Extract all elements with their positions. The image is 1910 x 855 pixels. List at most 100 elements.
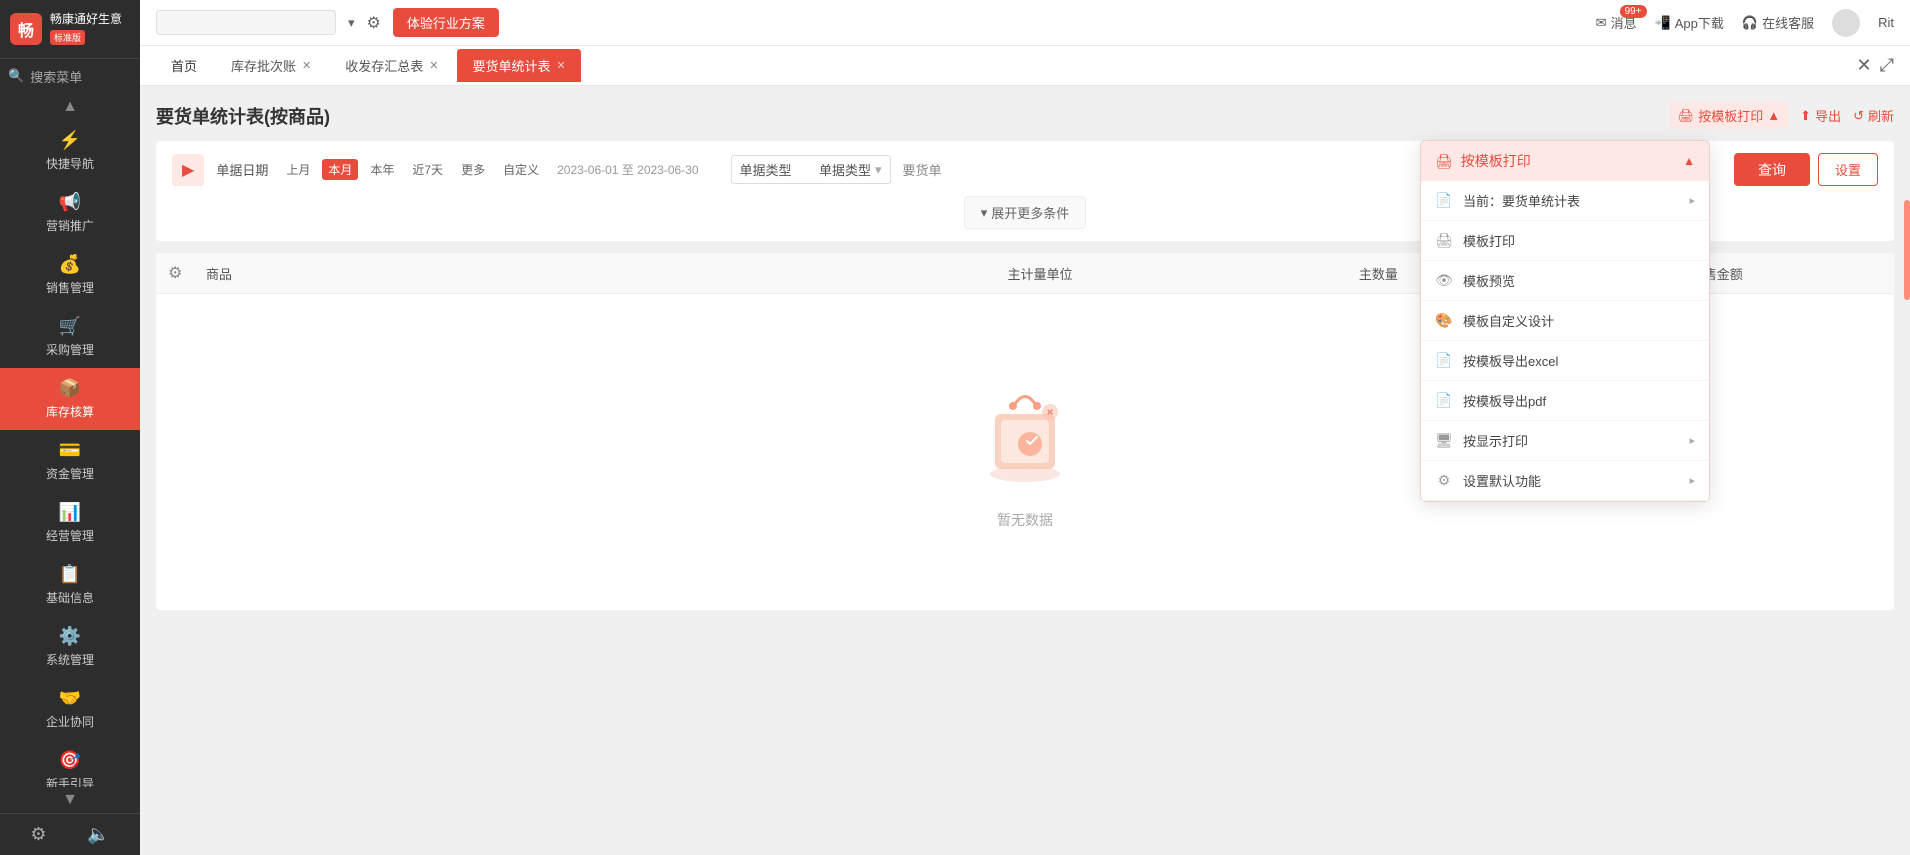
header-actions: ✉ 消息 99+ 📲 App下载 🎧 在线客服 Rit xyxy=(1596,9,1894,37)
date-btn-this-month[interactable]: 本月 xyxy=(322,159,358,180)
refresh-btn[interactable]: ↺ 刷新 xyxy=(1853,106,1894,125)
sidebar-search[interactable]: 🔍 搜索菜单 xyxy=(0,59,140,94)
header-search-input[interactable] xyxy=(156,10,336,35)
sidebar-item-label: 快捷导航 xyxy=(46,155,94,172)
operation-icon: 📊 xyxy=(59,502,81,523)
dropdown-item-template-preview[interactable]: 👁 模板预览 xyxy=(1421,261,1709,301)
template-preview-icon: 👁 xyxy=(1435,272,1453,289)
date-btn-this-year[interactable]: 本年 xyxy=(364,159,400,180)
tab-close-all-icon[interactable]: ✕ xyxy=(1857,55,1872,76)
col-settings[interactable]: ⚙ xyxy=(168,263,198,283)
app-download-btn[interactable]: 📲 App下载 xyxy=(1655,13,1724,32)
sidebar-item-collab[interactable]: 🤝 企业协同 xyxy=(0,678,140,740)
date-btn-more[interactable]: 更多 xyxy=(455,159,491,180)
dropdown-close-chevron[interactable]: ▲ xyxy=(1683,154,1695,168)
date-btn-7days[interactable]: 近7天 xyxy=(406,159,449,180)
tab-order-summary-close[interactable]: ✕ xyxy=(557,59,566,72)
messages-btn[interactable]: ✉ 消息 99+ xyxy=(1596,13,1637,32)
dropdown-item-template-print[interactable]: 🖨 模板打印 xyxy=(1421,221,1709,261)
export-btn[interactable]: ⬆ 导出 xyxy=(1800,106,1841,125)
speaker-icon[interactable]: 🔈 xyxy=(87,824,109,845)
collab-icon: 🤝 xyxy=(59,688,81,709)
content-area: 要货单统计表(按商品) 🖨 按模板打印 ▲ ⬆ 导出 ↺ 刷新 xyxy=(140,86,1910,855)
date-filter-label: 单据日期 xyxy=(216,160,268,179)
messages-badge: 99+ xyxy=(1620,5,1647,18)
type-filter-label: 单据类型 xyxy=(740,160,792,179)
tab-inventory-batch-label: 库存批次账 xyxy=(231,56,296,75)
refresh-icon: ↺ xyxy=(1853,108,1864,124)
trial-btn[interactable]: 体验行业方案 xyxy=(393,8,499,37)
header-dropdown-btn[interactable]: ▾ xyxy=(348,15,355,31)
app-badge: 标准版 xyxy=(50,30,85,45)
tab-order-summary[interactable]: 要货单统计表 ✕ xyxy=(457,49,580,82)
system-icon: ⚙️ xyxy=(59,626,81,647)
print-template-label: 按模板打印 xyxy=(1698,106,1763,125)
dropdown-item-template-custom[interactable]: 🎨 模板自定义设计 xyxy=(1421,301,1709,341)
expand-btn[interactable]: ▾ 展开更多条件 xyxy=(964,196,1087,229)
purchase-icon: 🛒 xyxy=(59,316,81,337)
filter-toggle-btn[interactable]: ▶ xyxy=(172,154,204,186)
refresh-label: 刷新 xyxy=(1868,106,1894,125)
sidebar-item-finance[interactable]: 💳 资金管理 xyxy=(0,430,140,492)
chevron-up-icon: ▲ xyxy=(1767,108,1780,123)
app-logo-icon: 畅 xyxy=(10,13,42,45)
sidebar-item-label: 基础信息 xyxy=(46,589,94,606)
query-btn[interactable]: 查询 xyxy=(1734,153,1810,186)
printer-icon: 🖨 xyxy=(1678,108,1695,124)
sidebar-item-label: 销售管理 xyxy=(46,279,94,296)
tab-expand-icon[interactable]: ⤢ xyxy=(1880,55,1894,76)
date-range-text: 2023-06-01 至 2023-06-30 xyxy=(557,161,698,178)
type-select-value: 单据类型 xyxy=(819,160,871,179)
dropdown-item-template-pdf[interactable]: 📄 按模板导出pdf xyxy=(1421,381,1709,421)
header-gear-icon[interactable]: ⚙ xyxy=(367,13,381,33)
template-print-icon: 🖨 xyxy=(1435,232,1453,249)
sidebar-item-guide[interactable]: 🎯 新手引导 xyxy=(0,740,140,787)
chevron-right-icon: ▶ xyxy=(182,160,194,180)
dropdown-display-print[interactable]: 🖥 按显示打印 ▸ xyxy=(1421,421,1709,461)
app-download-label: App下载 xyxy=(1675,13,1724,32)
sidebar-scroll-down[interactable]: ▼ xyxy=(0,787,140,813)
dropdown-item-template-excel[interactable]: 📄 按模板导出excel xyxy=(1421,341,1709,381)
search-icon: 🔍 xyxy=(8,68,24,84)
sidebar-bottom: ⚙ 🔈 xyxy=(0,813,140,855)
col-unit-header: 主计量单位 xyxy=(875,264,1205,283)
sidebar-item-system[interactable]: ⚙️ 系统管理 xyxy=(0,616,140,678)
print-dropdown: 🖨 按模板打印 ▲ 📄 当前：要货单统计表 ▸ 🖨 模板打印 👁 模板预览 xyxy=(1420,140,1710,502)
sidebar-item-label: 资金管理 xyxy=(46,465,94,482)
order-type-tag: 要货单 xyxy=(903,160,942,179)
display-print-icon: 🖥 xyxy=(1435,432,1453,449)
order-type-select[interactable]: 单据类型 单据类型 ▾ xyxy=(731,155,891,184)
empty-text: 暂无数据 xyxy=(997,510,1053,530)
tab-receipt-summary-close[interactable]: ✕ xyxy=(429,59,438,72)
sidebar-item-basic[interactable]: 📋 基础信息 xyxy=(0,554,140,616)
resize-handle[interactable] xyxy=(1904,200,1910,300)
sidebar-item-shortcut[interactable]: ⚡ 快捷导航 xyxy=(0,120,140,182)
tabs-right: ✕ ⤢ xyxy=(1857,55,1895,76)
dropdown-header[interactable]: 🖨 按模板打印 ▲ xyxy=(1421,141,1709,181)
sidebar-scroll-up[interactable]: ▲ xyxy=(0,94,140,120)
dropdown-set-default[interactable]: ⚙ 设置默认功能 ▸ xyxy=(1421,461,1709,501)
tab-inventory-batch-close[interactable]: ✕ xyxy=(302,59,311,72)
settings-bottom-icon[interactable]: ⚙ xyxy=(30,824,46,845)
print-template-btn[interactable]: 🖨 按模板打印 ▲ xyxy=(1670,102,1788,129)
tab-receipt-summary[interactable]: 收发存汇总表 ✕ xyxy=(330,49,453,82)
sidebar-item-operation[interactable]: 📊 经营管理 xyxy=(0,492,140,554)
sidebar-item-purchase[interactable]: 🛒 采购管理 xyxy=(0,306,140,368)
online-service-label: 在线客服 xyxy=(1762,13,1814,32)
chevron-down-icon: ▾ xyxy=(875,162,882,178)
sidebar-logo: 畅 畅康通好生意 标准版 xyxy=(0,0,140,59)
sidebar-item-sales[interactable]: 💰 销售管理 xyxy=(0,244,140,306)
date-btn-last-month[interactable]: 上月 xyxy=(280,159,316,180)
page-header: 要货单统计表(按商品) 🖨 按模板打印 ▲ ⬆ 导出 ↺ 刷新 xyxy=(156,102,1894,129)
main-area: ▾ ⚙ 体验行业方案 ✉ 消息 99+ 📲 App下载 🎧 在线客服 Rit 首… xyxy=(140,0,1910,855)
tab-home[interactable]: 首页 xyxy=(156,49,212,82)
online-service-btn[interactable]: 🎧 在线客服 xyxy=(1742,13,1814,32)
current-chevron-icon: ▸ xyxy=(1689,194,1695,207)
settings-btn[interactable]: 设置 xyxy=(1818,153,1878,186)
tab-inventory-batch[interactable]: 库存批次账 ✕ xyxy=(216,49,326,82)
avatar[interactable] xyxy=(1832,9,1860,37)
sidebar-item-marketing[interactable]: 📢 营销推广 xyxy=(0,182,140,244)
dropdown-current-item[interactable]: 📄 当前：要货单统计表 ▸ xyxy=(1421,181,1709,221)
date-btn-custom[interactable]: 自定义 xyxy=(497,159,545,180)
sidebar-item-inventory[interactable]: 📦 库存核算 xyxy=(0,368,140,430)
